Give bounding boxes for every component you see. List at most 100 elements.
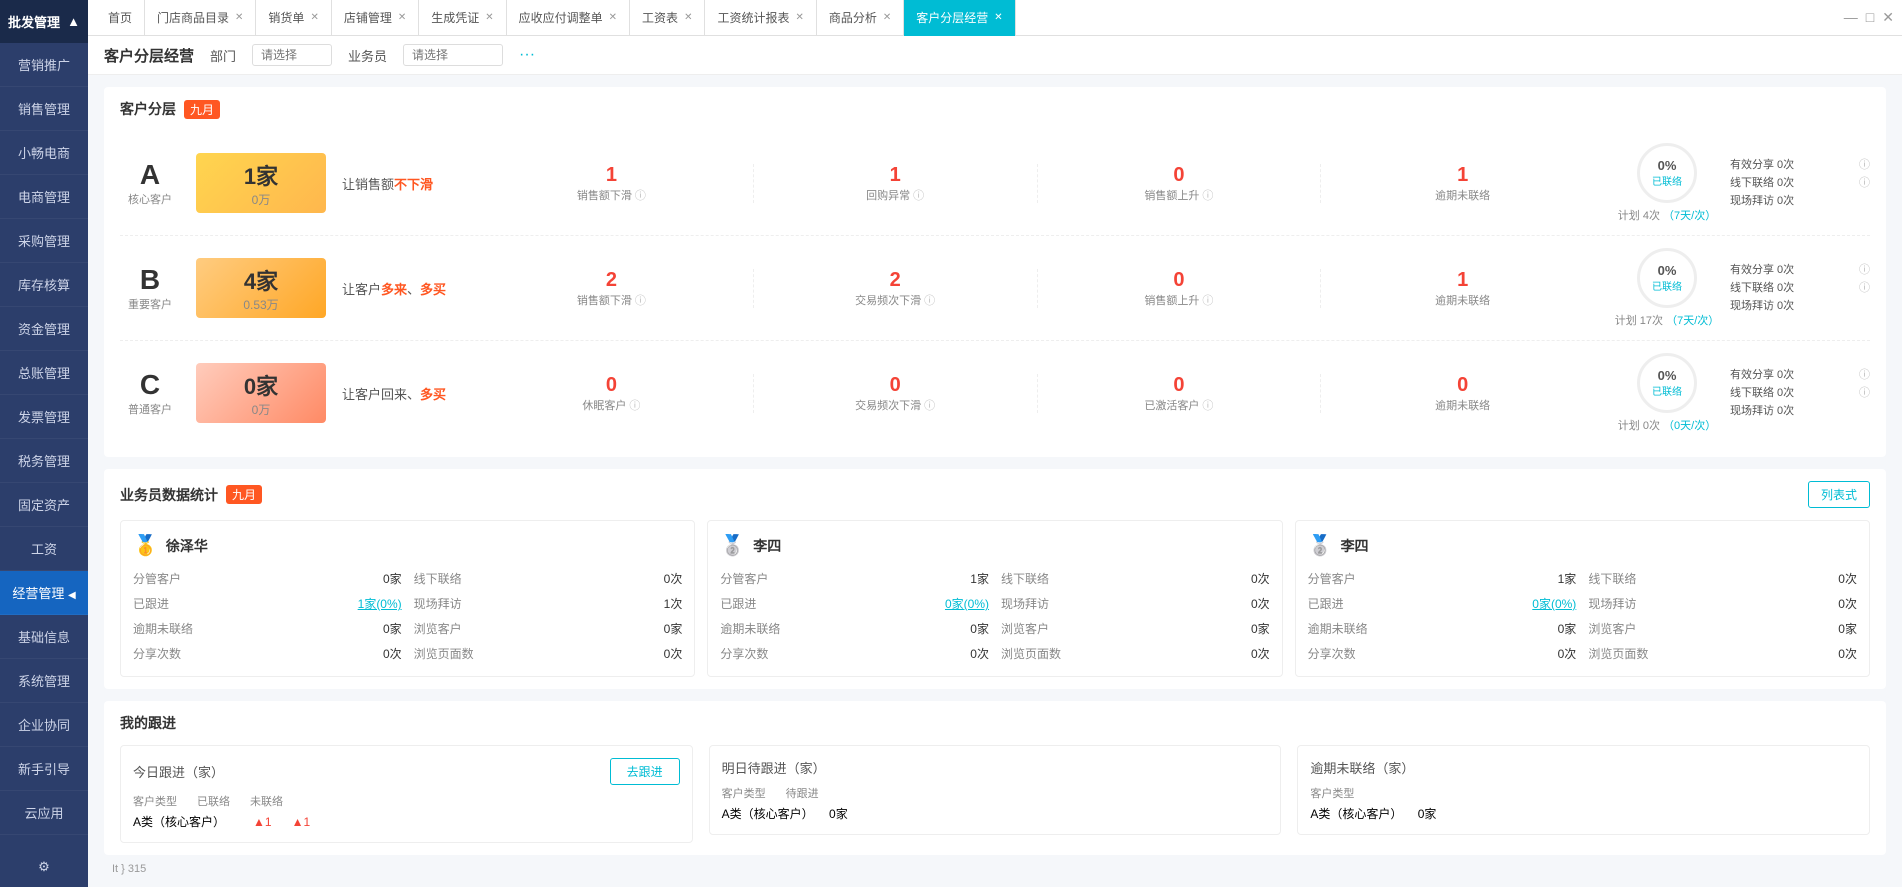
rep-3-row-2: 已跟进 0家(0%) [1308,593,1577,614]
tab-payroll[interactable]: 工资表 ✕ [630,0,705,36]
my-follow-header: 我的跟进 [120,713,1870,733]
tier-b-stat2[interactable]: 2 交易频次下滑ⓘ [754,269,1038,308]
sidebar-item-xtgl[interactable]: 系统管理 [0,659,88,703]
page-header: 客户分层经营 部门 业务员 ··· [88,36,1902,75]
goto-follow-button[interactable]: 去跟进 [610,758,680,785]
sidebar-item-yyyong[interactable]: 云应用 [0,791,88,835]
tab-ar-ap[interactable]: 应收应付调整单 ✕ [507,0,630,36]
content-area: 客户分层 九月 A 核心客户 1家 0万 让销售额不下滑 1 [88,75,1902,887]
rep-2-row-7: 浏览页面数 0次 [1001,643,1270,664]
tab-close-sales-order[interactable]: ✕ [310,12,318,23]
tab-product-analysis[interactable]: 商品分析 ✕ [817,0,904,36]
rep-2-stats: 分管客户 1家 线下联络 0次 已跟进 0家(0%) 现场拜访 [720,568,1269,664]
sidebar-item-xcdsc[interactable]: 小畅电商 [0,131,88,175]
sidebar-item-swgl[interactable]: 税务管理 [0,439,88,483]
tab-home[interactable]: 首页 [96,0,145,36]
my-follow-section: 我的跟进 今日跟进（家） 去跟进 客户类型 已联络 未联络 A类（核心客户） [104,701,1886,855]
tier-c-stat3[interactable]: 0 已激活客户ⓘ [1038,374,1322,413]
tier-b-stat4[interactable]: 1 逾期未联络 [1321,269,1604,308]
tab-sales-order[interactable]: 销货单 ✕ [256,0,331,36]
tier-b-plan-link[interactable]: （7天/次） [1666,315,1719,327]
tier-c-stat2[interactable]: 0 交易频次下滑ⓘ [754,374,1038,413]
tab-close-customer-tier[interactable]: ✕ [994,12,1002,23]
sidebar-item-yxty[interactable]: 营销推广 [0,43,88,87]
sidebar-item-cggl[interactable]: 采购管理 [0,219,88,263]
tab-close-payroll[interactable]: ✕ [684,12,692,23]
settings-icon[interactable]: ⚙ [0,847,88,887]
sidebar-item-kchx[interactable]: 库存核算 [0,263,88,307]
rep-1-row-7: 浏览页面数 0次 [414,643,683,664]
tier-c-stat1[interactable]: 0 休眠客户ⓘ [470,374,754,413]
sidebar-item-gdzy[interactable]: 固定资产 [0,483,88,527]
tier-a-stat3[interactable]: 0 销售额上升ⓘ [1038,164,1322,203]
sidebar-item-dscgl[interactable]: 电商管理 [0,175,88,219]
overdue-label: 逾期未联络（家） [1310,758,1857,777]
sidebar-item-gz[interactable]: 工资 [0,527,88,571]
tab-store-mgmt[interactable]: 店铺管理 ✕ [332,0,419,36]
tier-c-count-box[interactable]: 0家 0万 [196,363,326,423]
sidebar-item-qyxt[interactable]: 企业协同 [0,703,88,747]
sidebar-item-xsgl[interactable]: 销售管理 [0,87,88,131]
tier-a-stat1[interactable]: 1 销售额下滑ⓘ [470,164,754,203]
list-view-button[interactable]: 列表式 [1808,481,1870,508]
tier-c-stat4[interactable]: 0 逾期未联络 [1321,374,1604,413]
tier-a-label: A 核心客户 [120,159,180,207]
tab-window-max-icon[interactable]: □ [1866,9,1874,26]
rep-2-followed[interactable]: 0家(0%) [945,595,989,612]
rep-3-followed[interactable]: 0家(0%) [1532,595,1576,612]
tab-payroll-report[interactable]: 工资统计报表 ✕ [705,0,816,36]
rep-1-followed[interactable]: 1家(0%) [358,595,402,612]
tier-b-stat1[interactable]: 2 销售额下滑ⓘ [470,269,754,308]
sidebar-item-fpgl[interactable]: 发票管理 [0,395,88,439]
tier-row-b: B 重要客户 4家 0.53万 让客户多来、多买 2 销售额下滑ⓘ 2 [120,236,1870,341]
rep-1-name: 徐泽华 [166,536,208,556]
my-follow-title: 我的跟进 [120,713,176,733]
sidebar-item-xsyd[interactable]: 新手引导 [0,747,88,791]
tab-store-products[interactable]: 门店商品目录 ✕ [145,0,256,36]
tab-customer-tier[interactable]: 客户分层经营 ✕ [904,0,1015,36]
sidebar-item-jygl[interactable]: 经营管理 ◀ [0,571,88,615]
tab-bar: 首页 门店商品目录 ✕ 销货单 ✕ 店铺管理 ✕ 生成凭证 ✕ 应收应付调整单 … [88,0,1902,36]
rep-2-row-6: 分享次数 0次 [720,643,989,664]
sales-stats-title: 业务员数据统计 [120,485,218,505]
tab-close-payroll-report[interactable]: ✕ [795,12,803,23]
sidebar-item-zjgl[interactable]: 资金管理 [0,307,88,351]
dept-select[interactable] [252,44,332,66]
sidebar-collapse-icon[interactable]: ▲ [67,14,80,29]
tier-b-stats: 2 销售额下滑ⓘ 2 交易频次下滑ⓘ 0 销售额上升ⓘ 1 逾期未联络 [470,269,1604,308]
tier-a-circle: 0% 已联络 [1637,143,1697,203]
customer-tier-section: 客户分层 九月 A 核心客户 1家 0万 让销售额不下滑 1 [104,87,1886,457]
tab-window-min-icon[interactable]: — [1844,9,1858,26]
customer-tier-title: 客户分层 [120,99,176,119]
tier-b-stat3[interactable]: 0 销售额上升ⓘ [1038,269,1322,308]
overdue-a-label: A类（核心客户） [1310,807,1402,821]
rep-1-row-2: 已跟进 1家(0%) [133,593,402,614]
rep-2-row-2: 已跟进 0家(0%) [720,593,989,614]
tab-close-product-analysis[interactable]: ✕ [883,12,891,23]
tier-a-count: 1家 [244,159,278,191]
tab-close-gen-voucher[interactable]: ✕ [485,12,493,23]
tier-a-plan-link[interactable]: （7天/次） [1663,210,1716,222]
tier-a-stat4[interactable]: 1 逾期未联络 [1321,164,1604,203]
rep-3-row-1: 线下联络 0次 [1588,568,1857,589]
tier-c-plan-link[interactable]: （0天/次） [1663,420,1716,432]
tab-close-ar-ap[interactable]: ✕ [609,12,617,23]
bottom-text: It } 315 [104,855,1886,883]
tier-b-plan: 计划 17次 （7天/次） [1612,312,1722,328]
tomorrow-follow-label: 明日待跟进（家） [722,758,1269,777]
filter-more-icon[interactable]: ··· [519,46,535,64]
sales-select[interactable] [403,44,503,66]
sidebar-item-jcxx[interactable]: 基础信息 [0,615,88,659]
tier-a-stats: 1 销售额下滑ⓘ 1 回购异常ⓘ 0 销售额上升ⓘ 1 逾期未联络 [470,164,1604,203]
tier-a-stat2[interactable]: 1 回购异常ⓘ [754,164,1038,203]
tier-a-count-box[interactable]: 1家 0万 [196,153,326,213]
tab-close-store-mgmt[interactable]: ✕ [398,12,406,23]
tab-window-close-icon[interactable]: ✕ [1882,9,1894,26]
sidebar-item-zzgl[interactable]: 总账管理 [0,351,88,395]
sidebar-header[interactable]: 批发管理 ▲ [0,0,88,43]
tab-gen-voucher[interactable]: 生成凭证 ✕ [419,0,506,36]
rep-3-row-3: 现场拜访 0次 [1588,593,1857,614]
today-follow-label: 今日跟进（家） [133,762,224,781]
tier-b-count-box[interactable]: 4家 0.53万 [196,258,326,318]
tab-close-store-products[interactable]: ✕ [235,12,243,23]
